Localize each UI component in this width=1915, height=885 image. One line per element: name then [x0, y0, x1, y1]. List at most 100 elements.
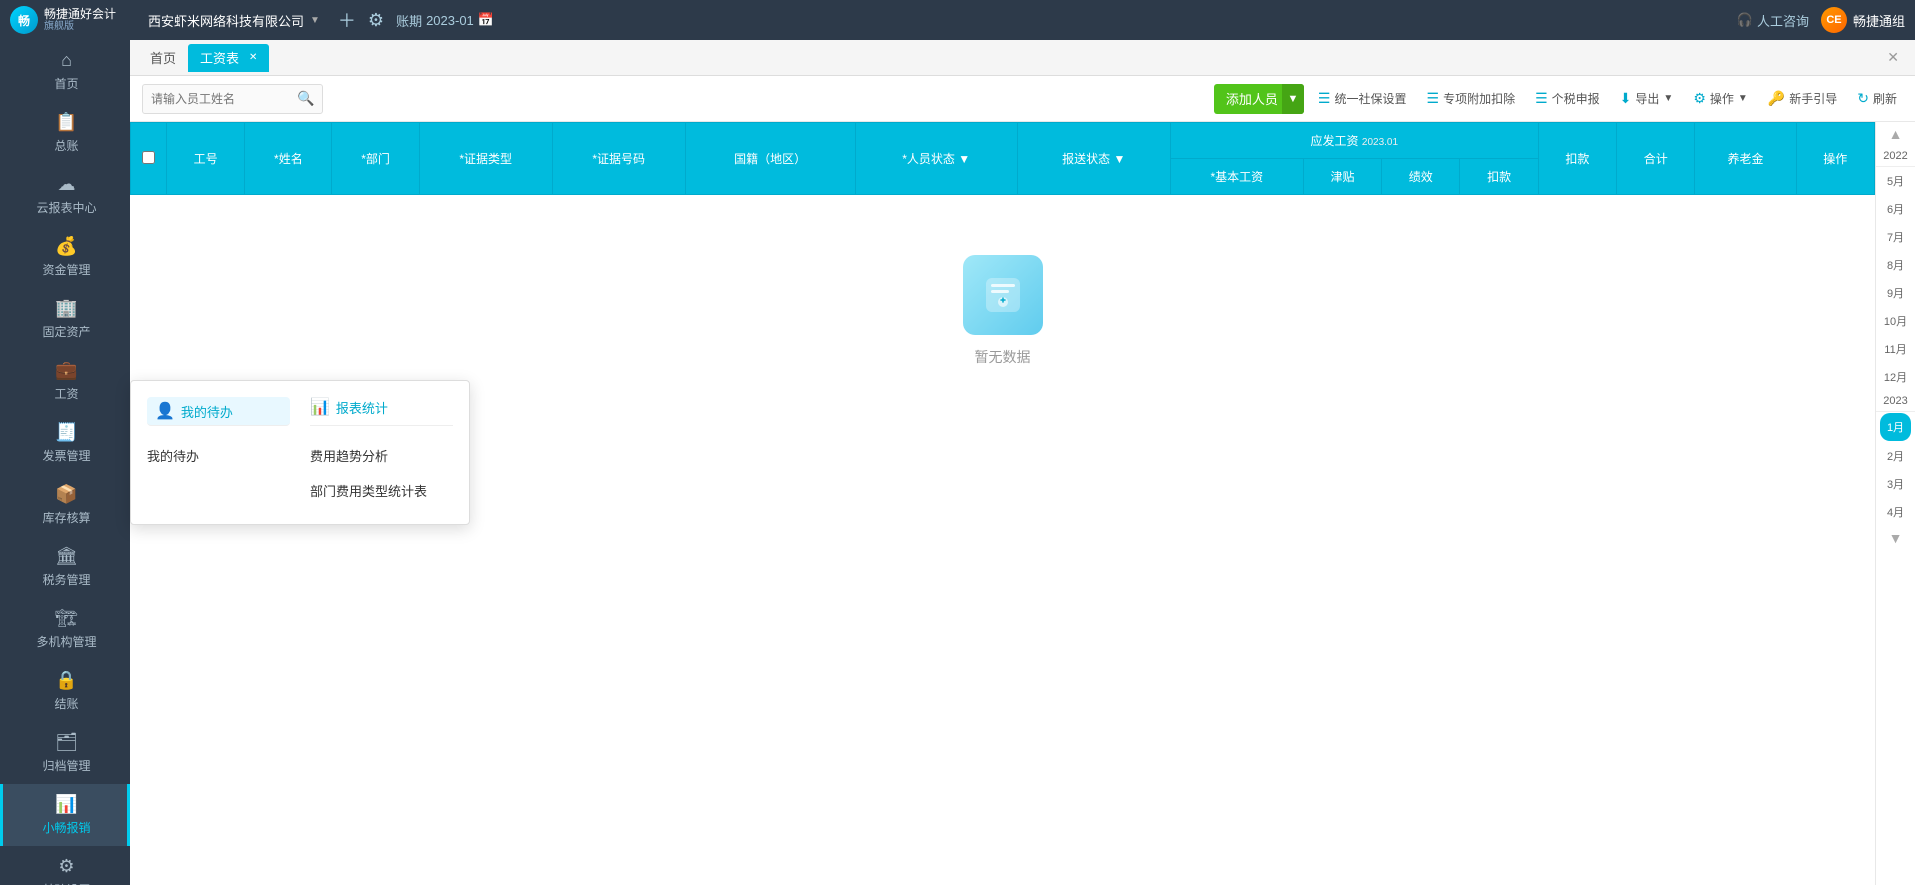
add-btn-arrow[interactable]: ▼	[1282, 84, 1304, 114]
sidebar-item-home[interactable]: ⌂ 首页	[0, 40, 130, 102]
period-value: 2023-01	[426, 13, 474, 28]
operation-label: 操作	[1710, 90, 1734, 107]
accounting-period: 账期 2023-01 📅	[396, 11, 494, 30]
close-content-button[interactable]: ✕	[1879, 49, 1907, 66]
sidebar-item-inventory[interactable]: 📦 库存核算	[0, 474, 130, 536]
timeline-year-2022: 2022	[1876, 146, 1915, 167]
company-selector[interactable]: 西安虾米网络科技有限公司 ▼	[140, 7, 328, 34]
th-deduct: 扣款	[1538, 123, 1616, 195]
avatar: CE	[1821, 7, 1847, 33]
user-support[interactable]: 🎧 人工咨询	[1737, 11, 1809, 30]
dropdown-col-report: 📊 报表统计 费用趋势分析 部门费用类型统计表	[310, 397, 453, 508]
timeline-month-9[interactable]: 9月	[1876, 279, 1915, 307]
timeline-month-3[interactable]: 3月	[1876, 470, 1915, 498]
empty-text: 暂无数据	[975, 347, 1031, 367]
sidebar-label-salary: 工资	[54, 385, 78, 402]
social-insurance-icon: ☰	[1318, 90, 1331, 107]
special-deduct-action[interactable]: ☰ 专项附加扣除	[1421, 90, 1522, 107]
home-icon: ⌂	[61, 50, 72, 71]
logo-area: 畅 畅捷通好会计 旗舰版	[10, 6, 140, 34]
timeline-month-5[interactable]: 5月	[1876, 167, 1915, 195]
right-timeline: ▲ 2022 5月 6月 7月 8月 9月 10月 11月 12月 2023 1…	[1875, 122, 1915, 885]
sidebar-item-expense[interactable]: 📊 小畅报销	[0, 784, 130, 846]
dropdown-popup: 👤 我的待办 我的待办 📊 报表统计 费用趋势分析 部门费用类型统计表	[130, 380, 470, 525]
operation-icon: ⚙	[1693, 90, 1706, 107]
th-cert-no: *证据号码	[552, 123, 685, 195]
sidebar-item-tax[interactable]: 🏛 税务管理	[0, 536, 130, 598]
refresh-label: 刷新	[1873, 90, 1897, 107]
sidebar-item-cloud-report[interactable]: ☁ 云报表中心	[0, 164, 130, 226]
sidebar-item-basic[interactable]: ⚙ 基础设置	[0, 846, 130, 885]
th-post-salary: 津贴	[1303, 159, 1381, 195]
header-actions: ＋ ⚙ 账期 2023-01 📅	[338, 7, 494, 33]
tab-home[interactable]: 首页	[138, 44, 188, 72]
tax-icon: 🏛	[55, 546, 78, 567]
my-todo-item[interactable]: 我的待办	[147, 438, 290, 473]
sidebar-item-fund[interactable]: 💰 资金管理	[0, 226, 130, 288]
timeline-month-1[interactable]: 1月	[1880, 413, 1911, 441]
logo-letter: 畅	[18, 12, 30, 29]
close-tab-icon[interactable]: ✕	[249, 52, 257, 63]
multi-org-icon: 🏗	[55, 608, 78, 629]
sidebar-item-invoice[interactable]: 🧾 发票管理	[0, 412, 130, 474]
expense-trend-item[interactable]: 费用趋势分析	[310, 438, 453, 473]
timeline-month-7[interactable]: 7月	[1876, 223, 1915, 251]
timeline-month-10[interactable]: 10月	[1876, 307, 1915, 335]
timeline-month-11[interactable]: 11月	[1876, 335, 1915, 363]
th-pension: 养老金	[1695, 123, 1796, 195]
timeline-down[interactable]: ▼	[1876, 526, 1915, 550]
refresh-action[interactable]: ↻ 刷新	[1851, 90, 1903, 107]
logo-text: 畅捷通好会计 旗舰版	[44, 7, 116, 33]
sidebar-item-salary[interactable]: 💼 工资	[0, 350, 130, 412]
timeline-month-12[interactable]: 12月	[1876, 363, 1915, 391]
add-person-button[interactable]: 添加人员 ▼	[1214, 84, 1304, 114]
timeline-month-6[interactable]: 6月	[1876, 195, 1915, 223]
income-tax-action[interactable]: ☰ 个税申报	[1529, 90, 1606, 107]
settings-button[interactable]: ⚙	[368, 10, 384, 31]
th-checkbox[interactable]	[131, 123, 167, 195]
select-all-checkbox[interactable]	[142, 151, 155, 164]
new-guide-label: 新手引导	[1789, 90, 1837, 107]
dept-expense-item[interactable]: 部门费用类型统计表	[310, 473, 453, 508]
report-stats-header[interactable]: 📊 报表统计	[310, 397, 453, 426]
expense-trend-label: 费用趋势分析	[310, 449, 388, 464]
sidebar-item-archive[interactable]: 🗂 归档管理	[0, 722, 130, 784]
dropdown-cols: 👤 我的待办 我的待办 📊 报表统计 费用趋势分析 部门费用类型统计表	[147, 397, 453, 508]
my-todo-header[interactable]: 👤 我的待办	[147, 397, 290, 426]
add-button[interactable]: ＋	[338, 7, 356, 33]
refresh-icon: ↻	[1857, 90, 1869, 107]
th-total: 合计	[1617, 123, 1695, 195]
operation-action[interactable]: ⚙ 操作 ▼	[1687, 90, 1753, 107]
new-guide-action[interactable]: 🔑 新手引导	[1762, 90, 1843, 107]
todo-header-icon: 👤	[155, 401, 175, 421]
logo-icon: 畅	[10, 6, 38, 34]
sidebar-item-multi-org[interactable]: 🏗 多机构管理	[0, 598, 130, 660]
support-label: 人工咨询	[1757, 11, 1809, 30]
inventory-icon: 📦	[55, 484, 77, 505]
tab-salary-table[interactable]: 工资表 ✕	[188, 44, 269, 72]
fund-icon: 💰	[55, 236, 77, 257]
th-performance: 绩效	[1382, 159, 1460, 195]
fixed-assets-icon: 🏢	[55, 298, 77, 319]
add-person-label: 添加人员	[1226, 89, 1278, 108]
timeline-up[interactable]: ▲	[1876, 122, 1915, 146]
search-icon: 🔍	[297, 90, 314, 107]
income-tax-icon: ☰	[1535, 90, 1548, 107]
special-deduct-label: 专项附加扣除	[1443, 90, 1515, 107]
timeline-month-4[interactable]: 4月	[1876, 498, 1915, 526]
timeline-year-2023: 2023	[1876, 391, 1915, 412]
user-name: 畅捷通组	[1853, 11, 1905, 30]
special-deduct-icon: ☰	[1427, 90, 1440, 107]
sidebar-item-close[interactable]: 🔒 结账	[0, 660, 130, 722]
sidebar-item-ledger[interactable]: 📋 总账	[0, 102, 130, 164]
user-name-area[interactable]: CE 畅捷通组	[1821, 7, 1905, 33]
timeline-month-2[interactable]: 2月	[1876, 442, 1915, 470]
timeline-month-8[interactable]: 8月	[1876, 251, 1915, 279]
top-header: 畅 畅捷通好会计 旗舰版 西安虾米网络科技有限公司 ▼ ＋ ⚙ 账期 2023-…	[0, 0, 1915, 40]
sidebar-label-fixed: 固定资产	[42, 323, 90, 340]
social-insurance-action[interactable]: ☰ 统一社保设置	[1312, 90, 1413, 107]
search-input[interactable]	[151, 92, 291, 106]
export-action[interactable]: ⬇ 导出 ▼	[1614, 90, 1680, 107]
sidebar-label-ledger: 总账	[54, 137, 78, 154]
sidebar-item-fixed-assets[interactable]: 🏢 固定资产	[0, 288, 130, 350]
